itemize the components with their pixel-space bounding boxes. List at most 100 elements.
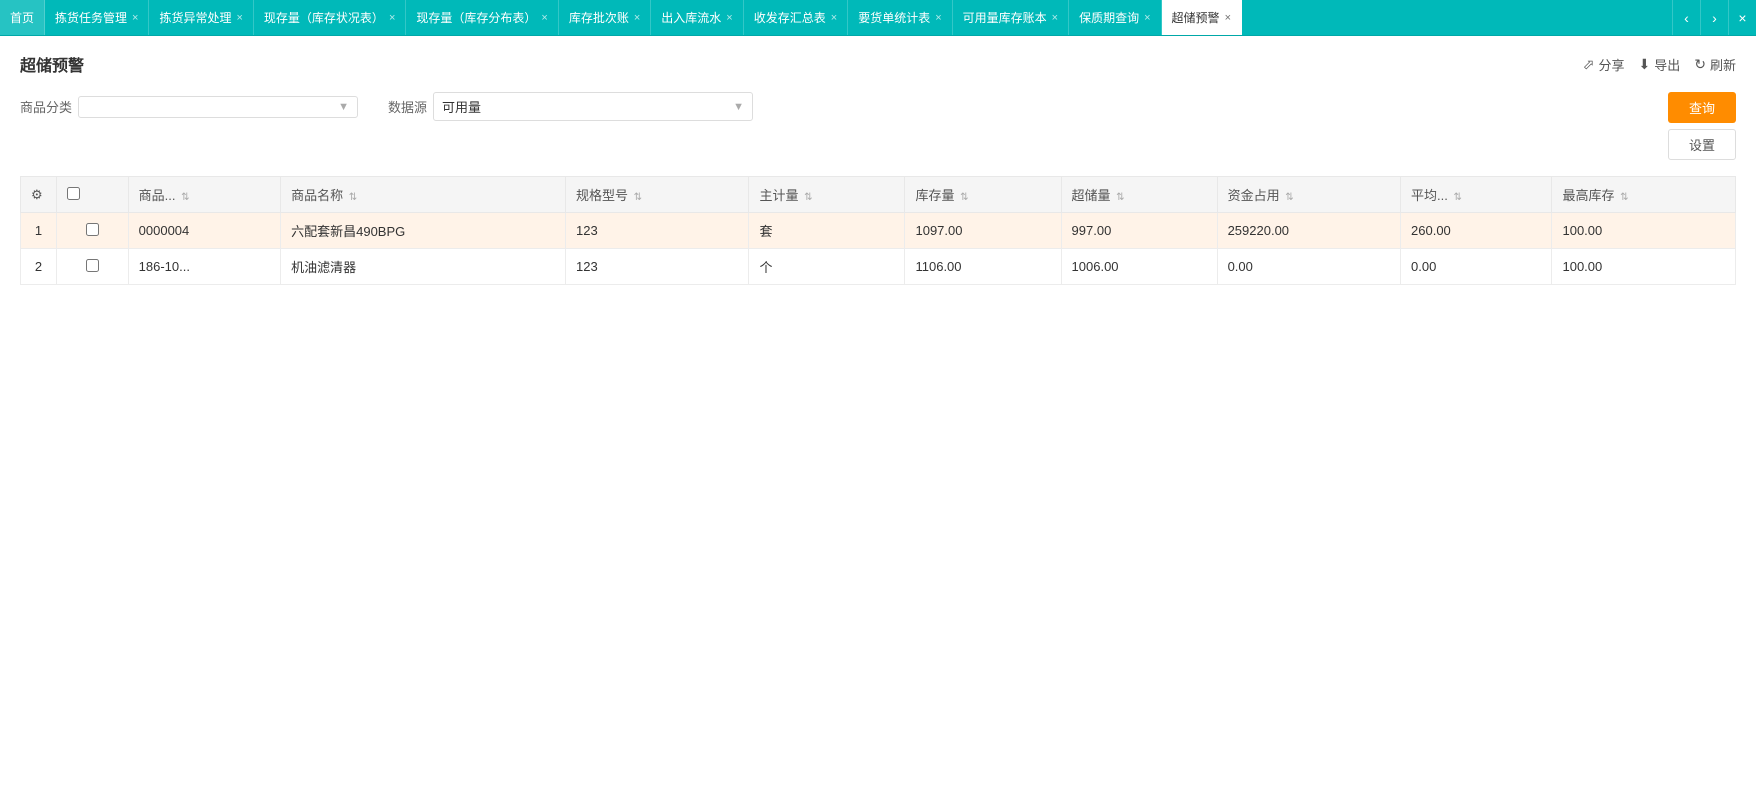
sort-icon-spec: ⇅ xyxy=(634,192,642,203)
settings-icon: ⚙ xyxy=(31,187,43,202)
nav-tab-10[interactable]: 保质期查询 × xyxy=(1069,0,1161,35)
nav-tab-9[interactable]: 可用量库存账本 × xyxy=(953,0,1069,35)
th-max-stock[interactable]: 最高库存 ⇅ xyxy=(1552,177,1736,213)
th-overstock-label: 超储量 xyxy=(1072,188,1111,203)
filter-fields: 商品分类 ▼ 数据源 可用量 ▼ xyxy=(20,92,1668,121)
data-table: ⚙ 商品... ⇅ 商品名称 ⇅ 规格型号 ⇅ 主计量 xyxy=(20,176,1736,285)
avg-2: 0.00 xyxy=(1401,249,1552,285)
header-actions: ⬀ 分享 ⬇ 导出 ↻ 刷新 xyxy=(1583,55,1736,74)
capital-1: 259220.00 xyxy=(1217,213,1400,249)
sort-icon-overstock: ⇅ xyxy=(1116,192,1124,203)
nav-tab-5[interactable]: 库存批次账 × xyxy=(559,0,651,35)
nav-tab-1-close[interactable]: × xyxy=(132,12,138,24)
row-checkbox-2[interactable] xyxy=(57,249,129,285)
select-all-checkbox[interactable] xyxy=(67,187,80,200)
nav-tab-8-close[interactable]: × xyxy=(935,12,941,24)
nav-tab-11[interactable]: 超储预警 × xyxy=(1162,0,1242,35)
th-avg[interactable]: 平均... ⇅ xyxy=(1401,177,1552,213)
page-content: 超储预警 ⬀ 分享 ⬇ 导出 ↻ 刷新 商品分类 ▼ xyxy=(0,36,1756,800)
refresh-button[interactable]: ↻ 刷新 xyxy=(1694,55,1736,74)
th-stock[interactable]: 库存量 ⇅ xyxy=(905,177,1061,213)
row-checkbox-1[interactable] xyxy=(57,213,129,249)
nav-tab-6[interactable]: 出入库流水 × xyxy=(651,0,743,35)
nav-tab-1-label: 拣货任务管理 xyxy=(55,9,127,26)
nav-tab-7[interactable]: 收发存汇总表 × xyxy=(744,0,848,35)
table-header-row: ⚙ 商品... ⇅ 商品名称 ⇅ 规格型号 ⇅ 主计量 xyxy=(21,177,1736,213)
nav-tab-3-label: 现存量（库存状况表） xyxy=(264,9,384,26)
export-button[interactable]: ⬇ 导出 xyxy=(1639,55,1681,74)
table-row: 2 186-10... 机油滤清器 123 个 1106.00 1006.00 … xyxy=(21,249,1736,285)
row-select-1[interactable] xyxy=(86,223,99,236)
refresh-icon: ↻ xyxy=(1694,56,1706,73)
nav-tab-6-label: 出入库流水 xyxy=(661,9,721,26)
share-label: 分享 xyxy=(1598,55,1624,74)
capital-2: 0.00 xyxy=(1217,249,1400,285)
datasource-select[interactable]: 可用量 ▼ xyxy=(433,92,753,121)
nav-tab-3-close[interactable]: × xyxy=(389,12,395,24)
th-max-stock-label: 最高库存 xyxy=(1562,188,1614,203)
th-overstock[interactable]: 超储量 ⇅ xyxy=(1061,177,1217,213)
nav-next-arrow[interactable]: › xyxy=(1700,0,1728,35)
setting-button[interactable]: 设置 xyxy=(1668,129,1736,160)
nav-tab-home[interactable]: 首页 xyxy=(0,0,45,35)
th-product-code[interactable]: 商品... ⇅ xyxy=(128,177,280,213)
stock-1: 1097.00 xyxy=(905,213,1061,249)
spec-2: 123 xyxy=(566,249,749,285)
th-settings[interactable]: ⚙ xyxy=(21,177,57,213)
th-spec[interactable]: 规格型号 ⇅ xyxy=(566,177,749,213)
nav-tab-5-label: 库存批次账 xyxy=(569,9,629,26)
export-icon: ⬇ xyxy=(1639,56,1651,73)
nav-tab-home-label: 首页 xyxy=(10,9,34,26)
sort-icon-product-name: ⇅ xyxy=(349,192,357,203)
row-num-2: 2 xyxy=(21,249,57,285)
nav-tab-7-close[interactable]: × xyxy=(831,12,837,24)
nav-tab-11-close[interactable]: × xyxy=(1225,12,1231,24)
datasource-filter: 数据源 可用量 ▼ xyxy=(388,92,753,121)
th-product-name-label: 商品名称 xyxy=(291,188,343,203)
category-select[interactable]: ▼ xyxy=(78,96,358,118)
table-row: 1 0000004 六配套新昌490BPG 123 套 1097.00 997.… xyxy=(21,213,1736,249)
avg-1: 260.00 xyxy=(1401,213,1552,249)
nav-close-all[interactable]: × xyxy=(1728,0,1756,35)
th-product-code-label: 商品... xyxy=(139,188,176,203)
product-code-2: 186-10... xyxy=(128,249,280,285)
top-nav: 首页 拣货任务管理 × 拣货异常处理 × 现存量（库存状况表） × 现存量（库存… xyxy=(0,0,1756,36)
nav-tab-6-close[interactable]: × xyxy=(726,12,732,24)
nav-tab-2[interactable]: 拣货异常处理 × xyxy=(149,0,253,35)
row-select-2[interactable] xyxy=(86,259,99,272)
nav-tab-2-close[interactable]: × xyxy=(236,12,242,24)
max-stock-2: 100.00 xyxy=(1552,249,1736,285)
share-button[interactable]: ⬀ 分享 xyxy=(1583,55,1625,74)
category-filter: 商品分类 ▼ xyxy=(20,92,358,121)
th-unit-label: 主计量 xyxy=(759,188,798,203)
refresh-label: 刷新 xyxy=(1710,55,1736,74)
nav-tab-8-label: 要货单统计表 xyxy=(858,9,930,26)
category-label: 商品分类 xyxy=(20,97,72,116)
nav-tab-10-close[interactable]: × xyxy=(1144,12,1150,24)
nav-tab-4-label: 现存量（库存分布表） xyxy=(416,9,536,26)
th-capital-label: 资金占用 xyxy=(1228,188,1280,203)
datasource-select-value: 可用量 xyxy=(442,97,481,116)
page-header: 超储预警 ⬀ 分享 ⬇ 导出 ↻ 刷新 xyxy=(20,52,1736,76)
nav-tab-5-close[interactable]: × xyxy=(634,12,640,24)
nav-tab-4-close[interactable]: × xyxy=(541,12,547,24)
query-button[interactable]: 查询 xyxy=(1668,92,1736,123)
nav-tab-8[interactable]: 要货单统计表 × xyxy=(848,0,952,35)
nav-tab-4[interactable]: 现存量（库存分布表） × xyxy=(406,0,558,35)
nav-tab-1[interactable]: 拣货任务管理 × xyxy=(45,0,149,35)
page-title: 超储预警 xyxy=(20,52,84,76)
th-stock-label: 库存量 xyxy=(915,188,954,203)
th-capital[interactable]: 资金占用 ⇅ xyxy=(1217,177,1400,213)
th-unit[interactable]: 主计量 ⇅ xyxy=(749,177,905,213)
nav-tab-2-label: 拣货异常处理 xyxy=(159,9,231,26)
nav-tab-7-label: 收发存汇总表 xyxy=(754,9,826,26)
row-num-1: 1 xyxy=(21,213,57,249)
th-product-name[interactable]: 商品名称 ⇅ xyxy=(281,177,566,213)
nav-tab-10-label: 保质期查询 xyxy=(1079,9,1139,26)
stock-2: 1106.00 xyxy=(905,249,1061,285)
nav-tab-9-close[interactable]: × xyxy=(1052,12,1058,24)
action-buttons: 查询 设置 xyxy=(1668,92,1736,160)
nav-tab-3[interactable]: 现存量（库存状况表） × xyxy=(254,0,406,35)
nav-prev-arrow[interactable]: ‹ xyxy=(1672,0,1700,35)
unit-1: 套 xyxy=(749,213,905,249)
